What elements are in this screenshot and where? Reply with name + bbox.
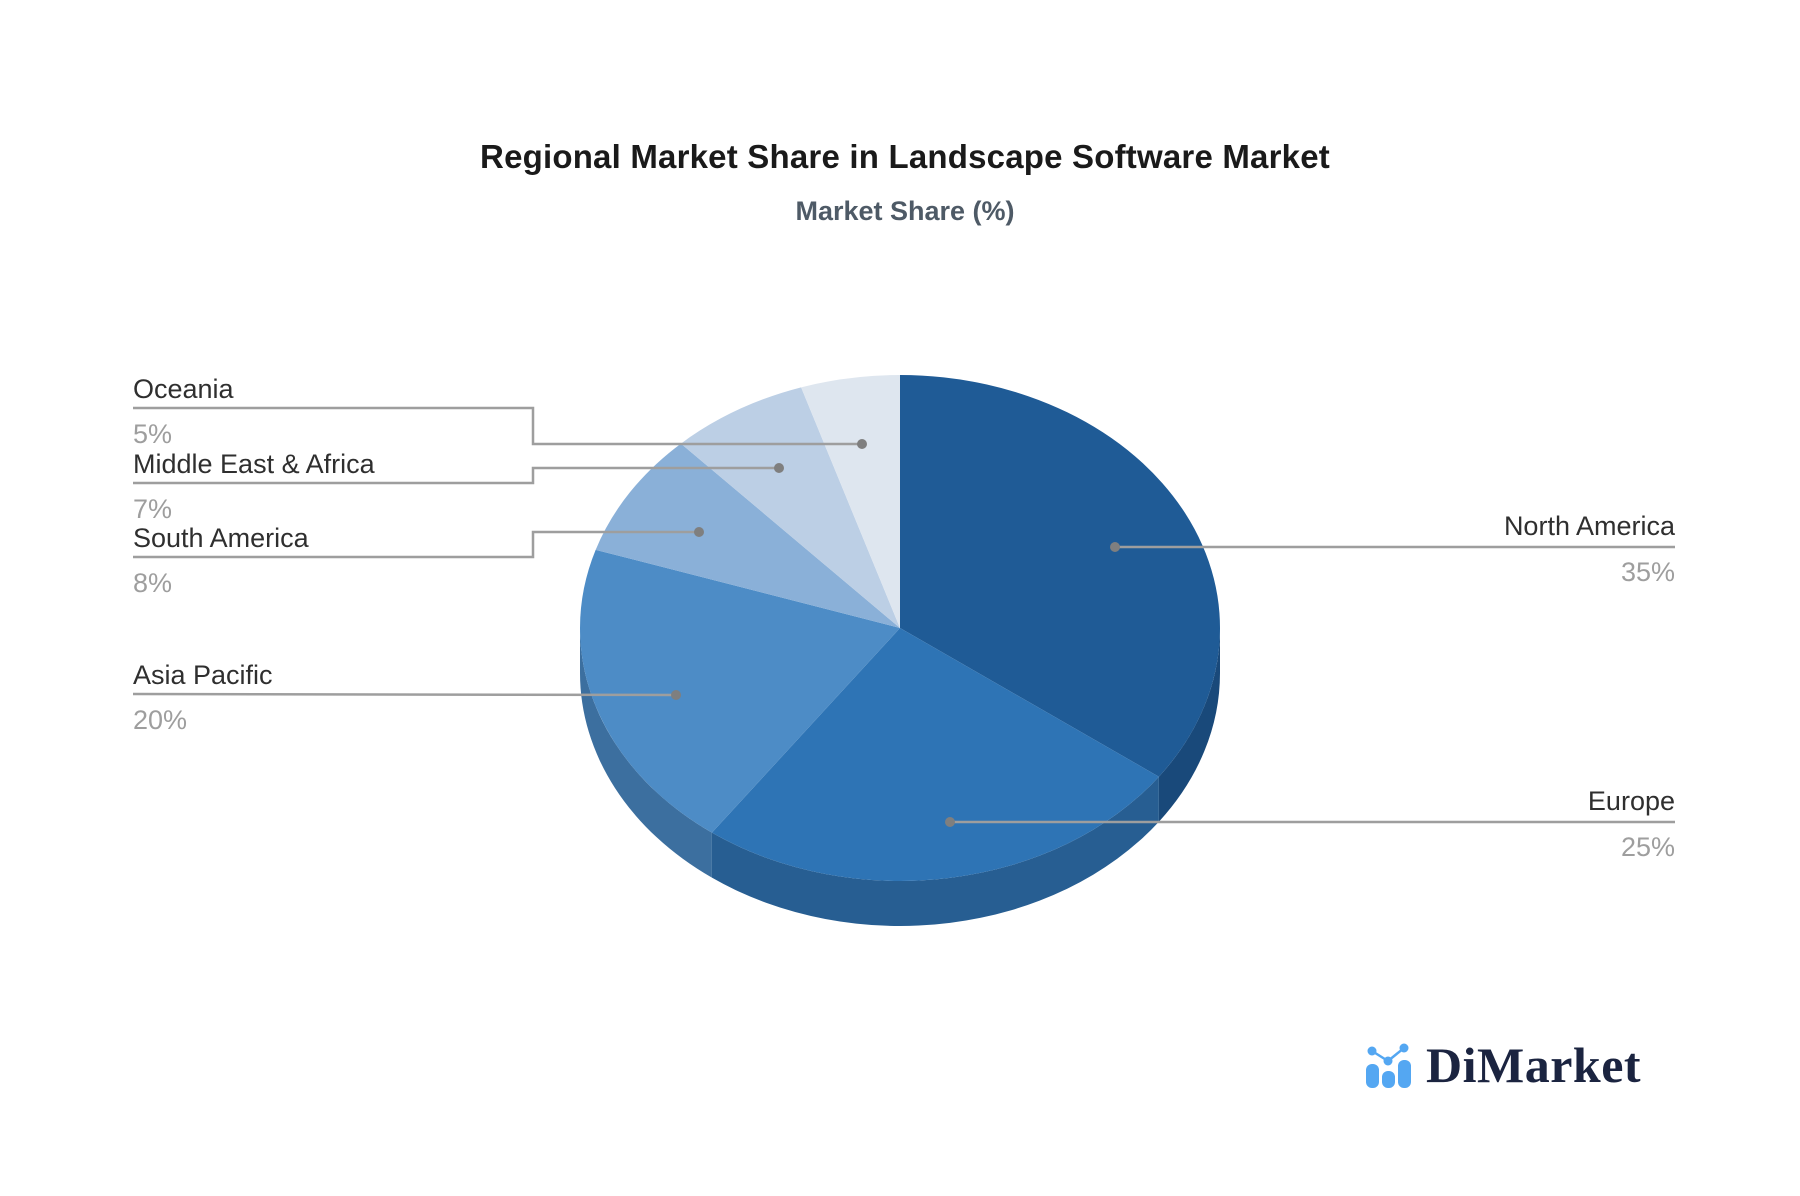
anchor-dot-asia-pacific [671,690,681,700]
leader-line-asia-pacific [132,692,677,697]
slice-value-oceania: 5% [133,419,172,449]
slice-label-europe: Europe [1588,786,1675,816]
brand-logo: DiMarket [1360,1040,1641,1090]
anchor-dot-south-america [694,527,704,537]
pie-chart-page: Regional Market Share in Landscape Softw… [0,0,1800,1196]
anchor-dot-oceania [857,439,867,449]
bar-line-chart-icon [1366,1043,1411,1088]
anchor-dot-middle-east-africa [774,463,784,473]
slice-label-middle-east-africa: Middle East & Africa [133,449,376,479]
slice-label-oceania: Oceania [133,374,235,404]
slice-value-middle-east-africa: 7% [133,494,172,524]
slice-label-asia-pacific: Asia Pacific [133,660,273,690]
slice-label-north-america: North America [1504,511,1676,541]
pie-chart: North America 35% Europe 25% Asia Pacific 20%… [132,374,1676,927]
slice-value-north-america: 35% [1621,557,1675,587]
anchor-dot-europe [945,817,955,827]
slice-value-south-america: 8% [133,568,172,598]
anchor-dot-north-america [1110,542,1120,552]
slice-label-south-america: South America [133,523,310,553]
slice-value-asia-pacific: 20% [133,705,187,735]
slice-value-europe: 25% [1621,832,1675,862]
brand-logo-text: DiMarket [1426,1037,1642,1093]
